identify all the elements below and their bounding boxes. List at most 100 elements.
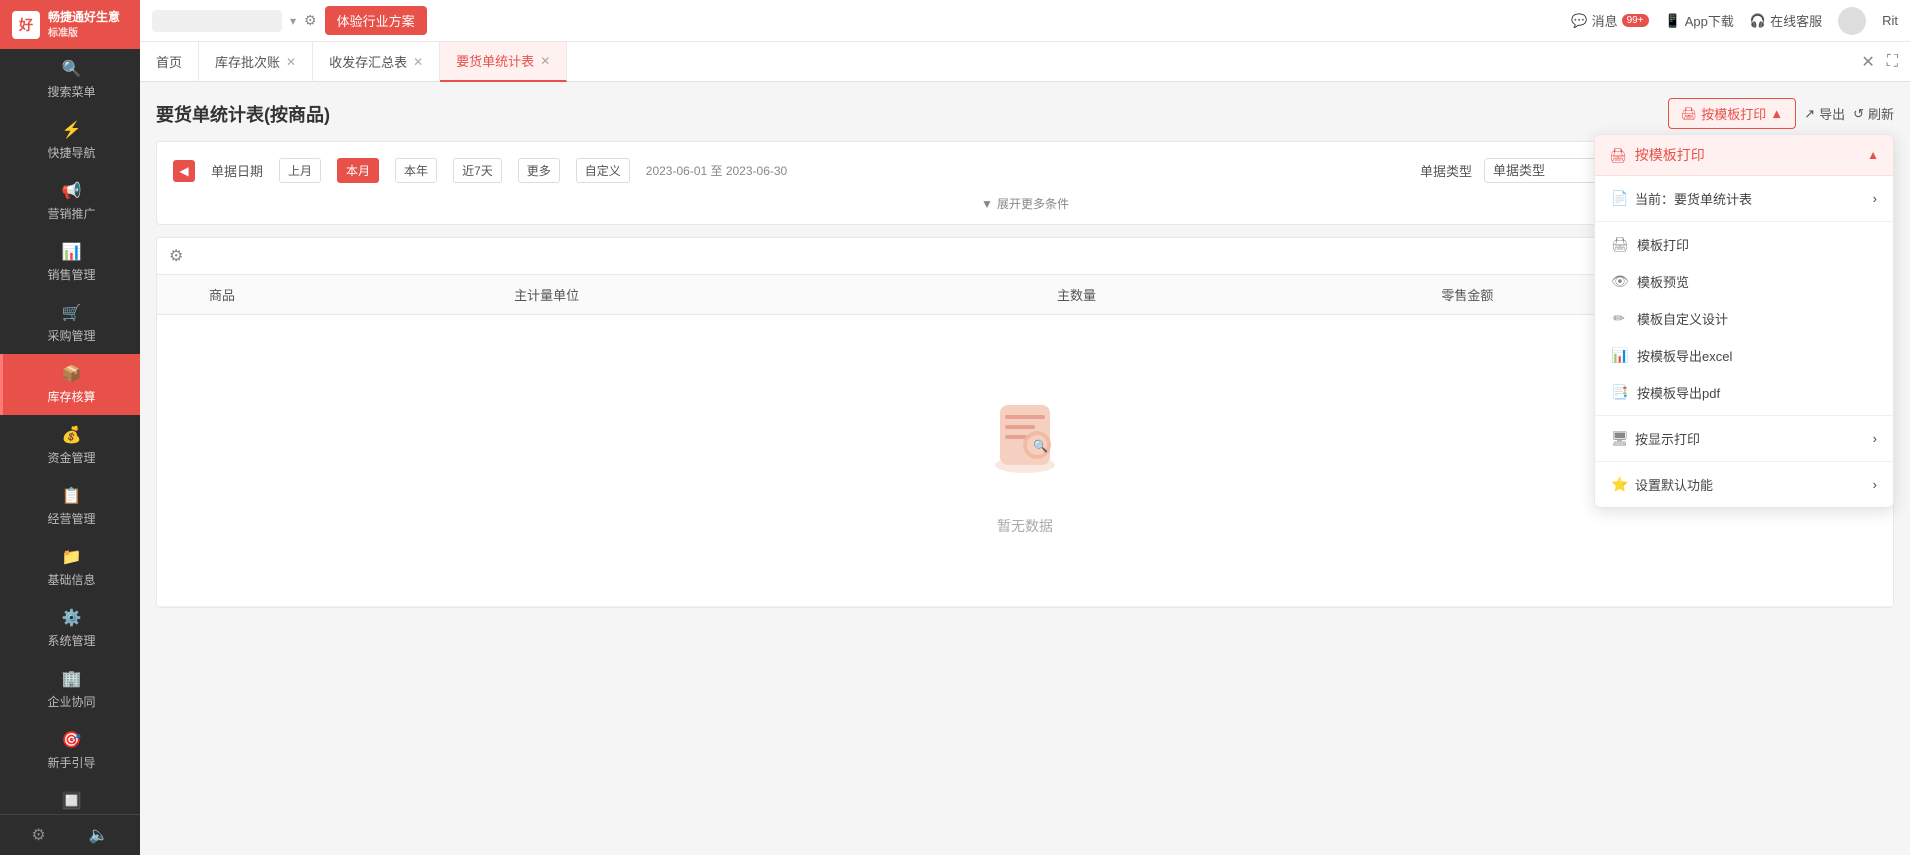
- app-name: 畅捷通好生意: [48, 10, 120, 24]
- tab-batch-account-label: 库存批次账: [215, 52, 280, 71]
- date-btn-custom[interactable]: 自定义: [576, 158, 630, 183]
- message-badge: 99+: [1622, 14, 1649, 27]
- date-filter-label: 单据日期: [211, 161, 263, 180]
- tab-receive-summary[interactable]: 收发存汇总表 ✕: [313, 42, 440, 82]
- headset-icon: 🎧: [1750, 13, 1766, 29]
- app-download-label: App下载: [1685, 11, 1734, 30]
- header-actions: 🖨 按模板打印 ▲ ↗ 导出 ↺ 刷新 🖨: [1668, 98, 1894, 129]
- dropdown-default-func[interactable]: ⭐ 设置默认功能 ›: [1595, 466, 1893, 503]
- sidebar-item-label: 新手引导: [47, 754, 95, 771]
- expand-label: 展开更多条件: [997, 195, 1069, 212]
- tab-order-stats-close[interactable]: ✕: [540, 54, 550, 68]
- dropdown-display-print[interactable]: 🖥 按显示打印 ›: [1595, 420, 1893, 457]
- sidebar-item-label: 经营管理: [47, 510, 95, 527]
- current-template-icon: 📄: [1611, 190, 1627, 207]
- col-unit: 主计量单位: [502, 275, 1045, 315]
- sound-footer-btn[interactable]: 🔈: [89, 825, 109, 845]
- dropdown-template-preview[interactable]: 👁 模板预览: [1595, 263, 1893, 300]
- display-print-icon: 🖥: [1611, 430, 1627, 447]
- sidebar-item-basic[interactable]: 📁 基础信息: [0, 537, 140, 598]
- logo-icon: 好: [12, 11, 40, 39]
- message-icon: 💬: [1571, 13, 1587, 29]
- dropdown-current-item[interactable]: 📄 当前：要货单统计表 ›: [1595, 180, 1893, 217]
- dropdown-current-section: 📄 当前：要货单统计表 ›: [1595, 176, 1893, 222]
- tab-order-stats[interactable]: 要货单统计表 ✕: [440, 42, 567, 82]
- username-label: Rit: [1882, 13, 1898, 28]
- date-btn-7days[interactable]: 近7天: [453, 158, 502, 183]
- default-func-chevron: ›: [1873, 477, 1877, 492]
- topbar-gear-icon[interactable]: ⚙: [304, 12, 317, 29]
- date-btn-this-year[interactable]: 本年: [395, 158, 437, 183]
- sidebar-item-operations[interactable]: 📋 经营管理: [0, 476, 140, 537]
- sidebar-item-purchase[interactable]: 🛒 采购管理: [0, 293, 140, 354]
- type-filter-label: 单据类型: [1420, 161, 1472, 180]
- svg-text:🔍: 🔍: [1033, 438, 1048, 453]
- dropdown-template-section: 🖨 模板打印 👁 模板预览 ✏ 模板自定义设计 📊: [1595, 222, 1893, 416]
- sidebar-item-label: 快捷导航: [47, 144, 95, 161]
- sidebar-item-search[interactable]: 🔍 搜索菜单: [0, 49, 140, 110]
- sidebar-item-label: 企业协同: [47, 693, 95, 710]
- dropdown-template-pdf[interactable]: 📑 按模板导出pdf: [1595, 374, 1893, 411]
- sidebar-item-enterprise[interactable]: 🏢 企业协同: [0, 659, 140, 720]
- date-btn-prev-month[interactable]: 上月: [279, 158, 321, 183]
- empty-text: 暂无数据: [997, 516, 1053, 536]
- template-preview-label: 模板预览: [1637, 272, 1689, 291]
- sidebar-item-label: 资金管理: [47, 449, 95, 466]
- sidebar-item-label: 营销推广: [47, 205, 95, 222]
- app-download-button[interactable]: 📱 App下载: [1665, 11, 1734, 30]
- tab-receive-summary-label: 收发存汇总表: [329, 52, 407, 71]
- sidebar-item-guide[interactable]: 🎯 新手引导: [0, 720, 140, 781]
- refresh-button[interactable]: ↺ 刷新: [1853, 104, 1894, 123]
- avatar[interactable]: [1838, 7, 1866, 35]
- date-btn-more[interactable]: 更多: [518, 158, 560, 183]
- online-service-button[interactable]: 🎧 在线客服: [1750, 11, 1822, 30]
- sidebar-item-label: 基础信息: [47, 571, 95, 588]
- sidebar-item-system[interactable]: ⚙️ 系统管理: [0, 598, 140, 659]
- date-btn-this-month[interactable]: 本月: [337, 158, 379, 183]
- close-all-btn[interactable]: ✕: [1857, 48, 1878, 76]
- tab-receive-summary-close[interactable]: ✕: [413, 55, 423, 69]
- folder-icon: 📁: [62, 547, 82, 567]
- dropdown-template-excel[interactable]: 📊 按模板导出excel: [1595, 337, 1893, 374]
- export-button[interactable]: ↗ 导出: [1804, 104, 1845, 123]
- dropdown-template-design[interactable]: ✏ 模板自定义设计: [1595, 300, 1893, 337]
- page-title: 要货单统计表(按商品): [156, 101, 330, 127]
- expand-button[interactable]: ▼ 展开更多条件: [981, 195, 1069, 212]
- sidebar-item-sales[interactable]: 📊 销售管理: [0, 232, 140, 293]
- collapse-icon[interactable]: ◀: [173, 160, 195, 182]
- message-button[interactable]: 💬 消息 99+: [1571, 11, 1648, 30]
- table-settings-icon[interactable]: ⚙: [169, 246, 183, 266]
- maximize-btn[interactable]: ⛶: [1883, 49, 1902, 75]
- template-print-label: 模板打印: [1637, 235, 1689, 254]
- print-button-label: 按模板打印: [1701, 104, 1766, 123]
- tab-batch-account-close[interactable]: ✕: [286, 55, 296, 69]
- dropdown-display-section: 🖥 按显示打印 ›: [1595, 416, 1893, 462]
- dropdown-close-chevron[interactable]: ▲: [1867, 148, 1879, 162]
- tabs-bar: 首页 库存批次账 ✕ 收发存汇总表 ✕ 要货单统计表 ✕ ✕ ⛶: [140, 42, 1910, 82]
- settings-footer-btn[interactable]: ⚙: [31, 825, 45, 845]
- template-excel-icon: 📊: [1611, 347, 1627, 364]
- dropdown-header: 🖨 按模板打印 ▲: [1595, 135, 1893, 176]
- sidebar-item-marketing[interactable]: 📢 营销推广: [0, 171, 140, 232]
- clipboard-icon: 📋: [62, 486, 82, 506]
- sidebar-item-inventory[interactable]: 📦 库存核算: [0, 354, 140, 415]
- template-print-icon: 🖨: [1611, 236, 1627, 253]
- search-input[interactable]: [152, 10, 282, 32]
- template-excel-label: 按模板导出excel: [1637, 346, 1732, 365]
- app-version: 标准版: [48, 24, 120, 39]
- col-quantity: 主数量: [1045, 275, 1429, 315]
- sidebar-item-quicknav[interactable]: ⚡ 快捷导航: [0, 110, 140, 171]
- dropdown-template-print[interactable]: 🖨 模板打印: [1595, 226, 1893, 263]
- sidebar-item-apps[interactable]: 🔲 应用中心: [0, 781, 140, 814]
- dropdown-arrow-icon[interactable]: ▾: [290, 14, 296, 28]
- sidebar-item-finance[interactable]: 💰 资金管理: [0, 415, 140, 476]
- sidebar-scroll: 🔍 搜索菜单 ⚡ 快捷导航 📢 营销推广 📊 销售管理 🛒 采购管理 📦 库存核…: [0, 49, 140, 814]
- empty-icon: 🔍: [975, 385, 1075, 504]
- trial-button[interactable]: 体验行业方案: [325, 6, 427, 35]
- topbar: ▾ ⚙ 体验行业方案 💬 消息 99+ 📱 App下载 🎧 在线客服 Rit: [140, 0, 1910, 42]
- print-button[interactable]: 🖨 按模板打印 ▲: [1668, 98, 1796, 129]
- refresh-icon: ↺: [1853, 106, 1864, 122]
- topbar-right: 💬 消息 99+ 📱 App下载 🎧 在线客服 Rit: [1571, 7, 1898, 35]
- tab-home[interactable]: 首页: [140, 42, 199, 82]
- tab-batch-account[interactable]: 库存批次账 ✕: [199, 42, 313, 82]
